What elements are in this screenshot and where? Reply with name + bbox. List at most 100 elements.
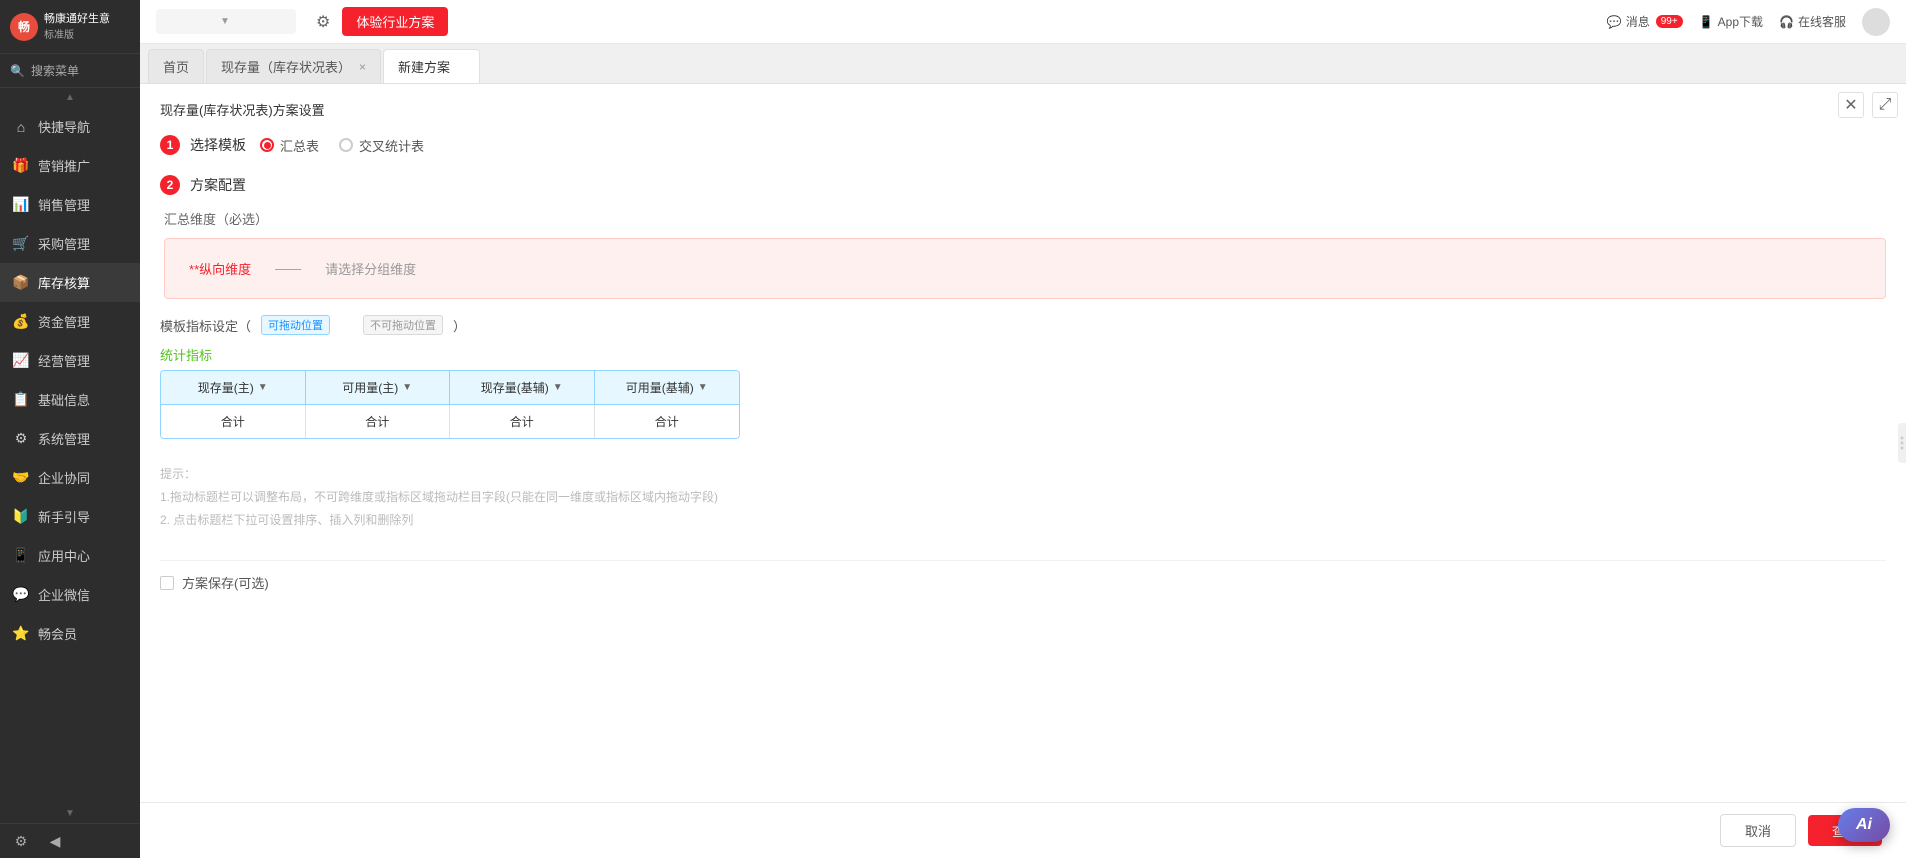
dimension-pink-area[interactable]: **纵向维度 —— 请选择分组维度 <box>164 238 1886 299</box>
col-body-3: 合计 <box>595 405 740 438</box>
message-button[interactable]: 💬 消息 99+ <box>1607 13 1683 30</box>
stats-label: 统计指标 <box>160 345 1886 364</box>
template-radio-group: 汇总表 交叉统计表 <box>260 136 424 155</box>
settings-icon[interactable]: ⚙ <box>12 832 30 850</box>
sidebar-item-basic-info[interactable]: 📋 基础信息 <box>0 380 140 419</box>
collapse-icon[interactable]: ◀ <box>46 832 64 850</box>
sidebar-item-wechat[interactable]: 💬 企业微信 <box>0 575 140 614</box>
radio-cross[interactable]: 交叉统计表 <box>339 136 424 155</box>
app-icon: 📱 <box>12 547 30 565</box>
scroll-up-button[interactable]: ▲ <box>0 88 140 107</box>
tab-close-new-scheme[interactable]: × <box>458 60 465 74</box>
cancel-button[interactable]: 取消 <box>1720 814 1796 847</box>
sidebar: 畅 畅康通好生意 标准版 🔍 搜索菜单 ▲ ⌂ 快捷导航 🎁 营销推广 📊 销售… <box>0 0 140 858</box>
stats-table-header: 现存量(主) ▼ 可用量(主) ▼ 现存量(基辅) ▼ <box>161 371 739 405</box>
sidebar-item-purchase[interactable]: 🛒 采购管理 <box>0 224 140 263</box>
col-chevron-1[interactable]: ▼ <box>402 382 412 393</box>
indicator-sep <box>340 316 353 335</box>
col-chevron-3[interactable]: ▼ <box>698 382 708 393</box>
section-config: 2 方案配置 汇总维度（必选） **纵向维度 —— 请选择分组维度 <box>160 175 1886 592</box>
user-avatar[interactable] <box>1862 8 1890 36</box>
sidebar-item-contract[interactable]: 🤝 企业协同 <box>0 458 140 497</box>
footer-bar: 取消 查询 <box>140 802 1906 858</box>
col-header-current-aux[interactable]: 现存量(基辅) ▼ <box>450 371 595 404</box>
indicator-end: ） <box>453 316 466 335</box>
star-icon: ⭐ <box>12 625 30 643</box>
save-checkbox-row[interactable]: 方案保存(可选) <box>160 560 1886 592</box>
sidebar-item-member[interactable]: ⭐ 畅会员 <box>0 614 140 653</box>
sidebar-item-operations[interactable]: 📈 经营管理 <box>0 341 140 380</box>
tip-item-0: 1.拖动标题栏可以调整布局，不可跨维度或指标区域拖动栏目字段(只能在同一维度或指… <box>160 488 1886 507</box>
indicator-label-row: 模板指标设定（ 可拖动位置 不可拖动位置 ） <box>160 315 1886 335</box>
tab-inventory-status[interactable]: 现存量（库存状况表） × <box>206 49 381 83</box>
scroll-down-button[interactable]: ▼ <box>0 804 140 823</box>
tip-item-1: 2. 点击标题栏下拉可设置排序、插入列和删除列 <box>160 511 1886 530</box>
save-checkbox[interactable] <box>160 576 174 590</box>
radio-summary-circle <box>260 138 274 152</box>
gift-icon: 🎁 <box>12 157 30 175</box>
sidebar-nav: ⌂ 快捷导航 🎁 营销推广 📊 销售管理 🛒 采购管理 📦 库存核算 💰 资金管… <box>0 107 140 804</box>
tab-close-inventory[interactable]: × <box>359 60 366 74</box>
close-panel-button[interactable]: ✕ <box>1838 92 1864 118</box>
sidebar-item-quick-nav[interactable]: ⌂ 快捷导航 <box>0 107 140 146</box>
section1-header: 1 选择模板 汇总表 交叉统计表 <box>160 135 1886 155</box>
col-chevron-0[interactable]: ▼ <box>258 382 268 393</box>
chart-icon: 📊 <box>12 196 30 214</box>
topbar-right: 💬 消息 99+ 📱 App下载 🎧 在线客服 <box>1607 8 1890 36</box>
service-button[interactable]: 🎧 在线客服 <box>1779 13 1846 30</box>
section1-title: 选择模板 <box>190 135 246 155</box>
window-controls: ✕ ⤢ <box>1838 92 1898 118</box>
sidebar-item-guide[interactable]: 🔰 新手引导 <box>0 497 140 536</box>
gear-icon: ⚙ <box>12 430 30 448</box>
col-chevron-2[interactable]: ▼ <box>553 382 563 393</box>
panel-title: 现存量(库存状况表)方案设置 <box>160 100 1886 119</box>
col-body-1: 合计 <box>306 405 451 438</box>
col-header-current-main[interactable]: 现存量(主) ▼ <box>161 371 306 404</box>
message-badge: 99+ <box>1656 15 1683 28</box>
tab-bar: 首页 现存量（库存状况表） × 新建方案 × <box>140 44 1906 84</box>
ai-fab-button[interactable]: Ai <box>1838 808 1890 842</box>
topbar-gear-icon[interactable]: ⚙ <box>316 12 330 32</box>
logo-icon: 畅 <box>10 13 38 41</box>
logo-text: 畅康通好生意 标准版 <box>44 12 110 41</box>
expand-panel-button[interactable]: ⤢ <box>1872 92 1898 118</box>
save-checkbox-label: 方案保存(可选) <box>182 573 269 592</box>
topbar: ▼ ⚙ 体验行业方案 💬 消息 99+ 📱 App下载 🎧 在线客服 <box>140 0 1906 44</box>
section2-title: 方案配置 <box>190 175 246 195</box>
topbar-chevron-icon: ▼ <box>220 16 230 27</box>
sidebar-item-app-center[interactable]: 📱 应用中心 <box>0 536 140 575</box>
sidebar-item-system[interactable]: ⚙ 系统管理 <box>0 419 140 458</box>
dimension-required-label: **纵向维度 <box>189 259 251 278</box>
topbar-search-box[interactable]: ▼ <box>156 9 296 34</box>
summary-dimension-section: 汇总维度（必选） **纵向维度 —— 请选择分组维度 <box>164 209 1886 299</box>
trend-icon: 📈 <box>12 352 30 370</box>
dimension-placeholder: 请选择分组维度 <box>325 259 416 278</box>
sidebar-item-finance[interactable]: 💰 资金管理 <box>0 302 140 341</box>
tab-new-scheme[interactable]: 新建方案 × <box>383 49 480 83</box>
resize-handle[interactable] <box>1898 423 1906 463</box>
handshake-icon: 🤝 <box>12 469 30 487</box>
sidebar-item-marketing[interactable]: 🎁 营销推广 <box>0 146 140 185</box>
col-header-available-aux[interactable]: 可用量(基辅) ▼ <box>595 371 740 404</box>
sidebar-search[interactable]: 🔍 搜索菜单 <box>0 54 140 88</box>
trial-button[interactable]: 体验行业方案 <box>342 7 448 36</box>
col-body-0: 合计 <box>161 405 306 438</box>
sidebar-item-sales[interactable]: 📊 销售管理 <box>0 185 140 224</box>
tab-home[interactable]: 首页 <box>148 49 204 83</box>
search-icon: 🔍 <box>10 64 25 78</box>
phone-icon: 📱 <box>1699 15 1714 29</box>
content-area: ✕ ⤢ 现存量(库存状况表)方案设置 1 选择模板 汇总表 <box>140 84 1906 802</box>
draggable-badge: 可拖动位置 <box>261 315 330 335</box>
dimension-separator: —— <box>275 261 301 276</box>
main-area: ▼ ⚙ 体验行业方案 💬 消息 99+ 📱 App下载 🎧 在线客服 首页 <box>140 0 1906 858</box>
doc-icon: 📋 <box>12 391 30 409</box>
box-icon: 📦 <box>12 274 30 292</box>
sidebar-item-inventory[interactable]: 📦 库存核算 <box>0 263 140 302</box>
col-header-available-main[interactable]: 可用量(主) ▼ <box>306 371 451 404</box>
radio-summary[interactable]: 汇总表 <box>260 136 319 155</box>
topbar-search-text <box>166 13 214 30</box>
radio-cross-circle <box>339 138 353 152</box>
app-download-button[interactable]: 📱 App下载 <box>1699 13 1763 30</box>
tips-section: 提示： 1.拖动标题栏可以调整布局，不可跨维度或指标区域拖动栏目字段(只能在同一… <box>160 455 1886 544</box>
section2-num: 2 <box>160 175 180 195</box>
